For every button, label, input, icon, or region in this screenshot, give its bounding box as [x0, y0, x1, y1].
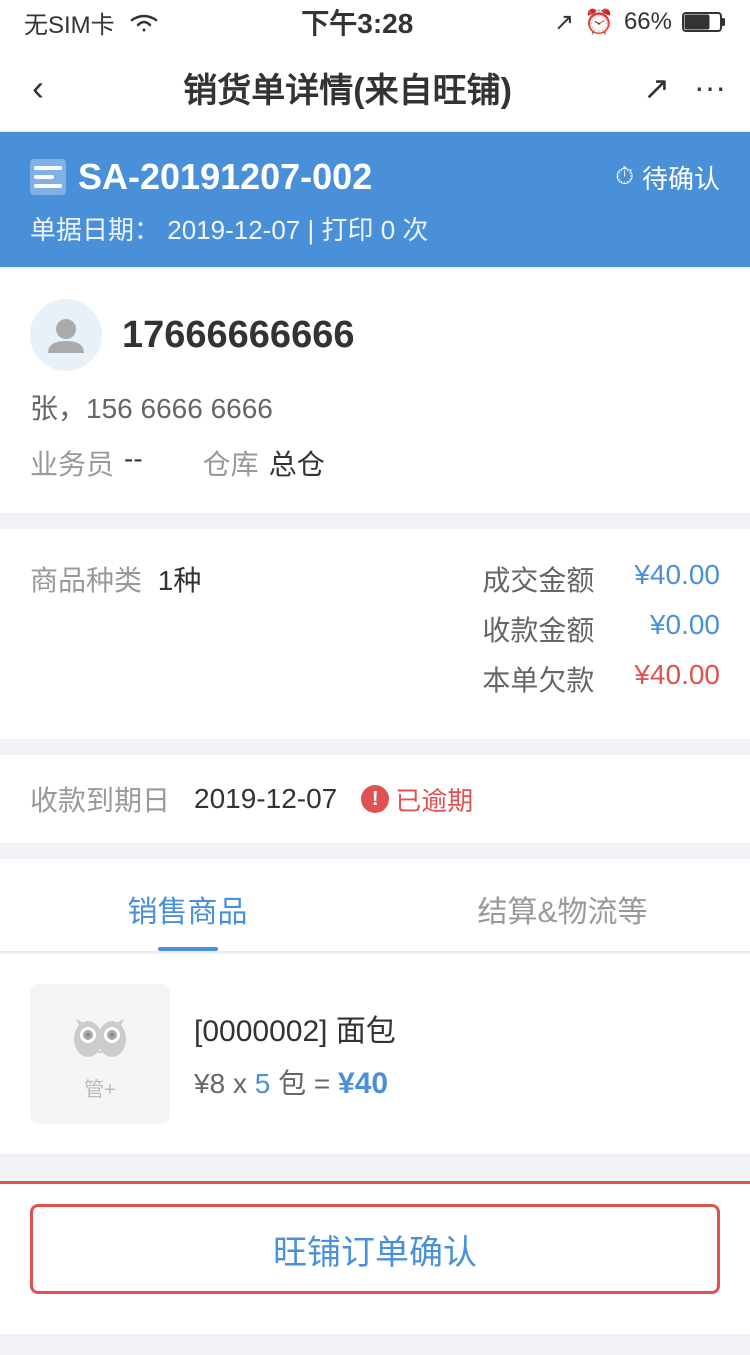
status-text: 待确认	[642, 159, 720, 196]
price-multiply: x	[233, 1068, 255, 1099]
customer-card: 17666666666 张，156 6666 6666 业务员 -- 仓库 总仓	[0, 269, 750, 513]
due-date-card: 收款到期日 2019-12-07 ! 已逾期	[0, 755, 750, 843]
tab-sales-products-label: 销售商品	[128, 896, 248, 929]
confirm-button-label: 旺铺订单确认	[273, 1225, 477, 1274]
tab-sales-products[interactable]: 销售商品	[0, 859, 375, 951]
export-icon[interactable]: ↗	[643, 69, 670, 107]
owed-amount-label: 本单欠款	[482, 659, 594, 699]
product-code: [0000002]	[194, 1015, 327, 1048]
warehouse-meta: 仓库 总仓	[203, 443, 325, 483]
alarm-icon: ⏰	[584, 8, 614, 37]
paid-amount-value: ¥0.00	[650, 609, 720, 649]
bottom-bar: 旺铺订单确认	[0, 1181, 750, 1334]
summary-row-deal: 成交金额 ¥40.00	[482, 559, 720, 599]
print-unit: 次	[402, 215, 428, 245]
product-type-value: 1种	[158, 565, 202, 596]
carrier-text: 无SIM卡	[24, 5, 115, 40]
sales-label: 业务员	[30, 443, 114, 483]
overdue-warning-icon: !	[361, 785, 389, 813]
order-id: SA-20191207-002	[30, 156, 372, 198]
price-unit: 包	[278, 1068, 306, 1099]
summary-right: 成交金额 ¥40.00 收款金额 ¥0.00 本单欠款 ¥40.00	[482, 559, 720, 709]
product-list: 管+ [0000002] 面包 ¥8 x 5 包 = ¥40	[0, 954, 750, 1155]
tab-settlement-label: 结算&物流等	[477, 896, 647, 929]
price-base: ¥8	[194, 1068, 225, 1099]
table-row: 管+ [0000002] 面包 ¥8 x 5 包 = ¥40	[0, 954, 750, 1155]
order-header-top: SA-20191207-002 ⏱ 待确认	[30, 156, 720, 198]
owl-logo-icon	[60, 1007, 140, 1067]
order-header: SA-20191207-002 ⏱ 待确认 单据日期： 2019-12-07 |…	[0, 132, 750, 267]
overdue-text: 已逾期	[395, 781, 473, 818]
product-image: 管+	[30, 984, 170, 1124]
price-total: ¥40	[338, 1067, 388, 1100]
status-clock-icon: ⏱	[615, 163, 634, 191]
customer-header: 17666666666	[30, 299, 720, 371]
order-date-label: 单据日期：	[30, 215, 160, 245]
paid-amount-label: 收款金额	[482, 609, 594, 649]
customer-meta: 业务员 -- 仓库 总仓	[30, 443, 720, 483]
sales-meta: 业务员 --	[30, 443, 143, 483]
status-badge: ⏱ 待确认	[615, 159, 720, 196]
tab-settlement[interactable]: 结算&物流等	[375, 859, 750, 951]
order-id-icon	[30, 159, 66, 195]
battery-icon	[682, 11, 726, 33]
battery-text: 66%	[624, 8, 672, 36]
order-date: 2019-12-07	[167, 215, 300, 245]
status-bar: 无SIM卡 下午3:28 ↗ ⏰ 66%	[0, 0, 750, 44]
back-button[interactable]: ‹	[24, 59, 52, 117]
order-id-text: SA-20191207-002	[78, 156, 372, 198]
wangpu-confirm-button[interactable]: 旺铺订单确认	[30, 1204, 720, 1294]
price-equals: =	[314, 1068, 338, 1099]
product-info: [0000002] 面包 ¥8 x 5 包 = ¥40	[194, 1006, 720, 1102]
summary-row-paid: 收款金额 ¥0.00	[482, 609, 720, 649]
status-bar-left: 无SIM卡	[24, 5, 161, 40]
deal-amount-value: ¥40.00	[634, 559, 720, 599]
overdue-badge: ! 已逾期	[361, 781, 473, 818]
due-date-value: 2019-12-07	[194, 783, 337, 815]
wifi-icon	[127, 10, 161, 34]
summary-row-owed: 本单欠款 ¥40.00	[482, 659, 720, 699]
warehouse-value: 总仓	[269, 443, 325, 483]
location-icon: ↗	[554, 8, 574, 37]
owed-amount-value: ¥40.00	[634, 659, 720, 699]
warehouse-label: 仓库	[203, 443, 259, 483]
page-title: 销货单详情(来自旺铺)	[183, 63, 512, 112]
product-type-label: 商品种类	[30, 565, 142, 596]
print-count: 0	[381, 215, 395, 245]
nav-bar: ‹ 销货单详情(来自旺铺) ↗ ···	[0, 44, 750, 132]
brand-plus-text: 管+	[84, 1073, 116, 1102]
summary-card: 商品种类 1种 成交金额 ¥40.00 收款金额 ¥0.00 本单欠款 ¥40.…	[0, 529, 750, 739]
price-quantity: 5	[255, 1068, 271, 1099]
more-icon[interactable]: ···	[694, 69, 726, 106]
nav-actions: ↗ ···	[643, 69, 726, 107]
sales-value: --	[124, 443, 143, 483]
customer-phone: 17666666666	[122, 314, 354, 357]
customer-name: 张，156 6666 6666	[30, 387, 720, 427]
status-bar-right: ↗ ⏰ 66%	[554, 8, 726, 37]
product-name-text: 面包	[336, 1015, 396, 1048]
summary-left: 商品种类 1种	[30, 559, 201, 599]
product-image-placeholder: 管+	[60, 1007, 140, 1102]
tabs-container: 销售商品 结算&物流等	[0, 859, 750, 952]
status-bar-time: 下午3:28	[301, 2, 413, 42]
product-price: ¥8 x 5 包 = ¥40	[194, 1062, 720, 1102]
due-label: 收款到期日	[30, 779, 170, 819]
order-meta: 单据日期： 2019-12-07 | 打印 0 次	[30, 210, 720, 247]
print-label: | 打印	[307, 215, 373, 245]
avatar	[30, 299, 102, 371]
deal-amount-label: 成交金额	[482, 559, 594, 599]
product-name: [0000002] 面包	[194, 1006, 720, 1050]
